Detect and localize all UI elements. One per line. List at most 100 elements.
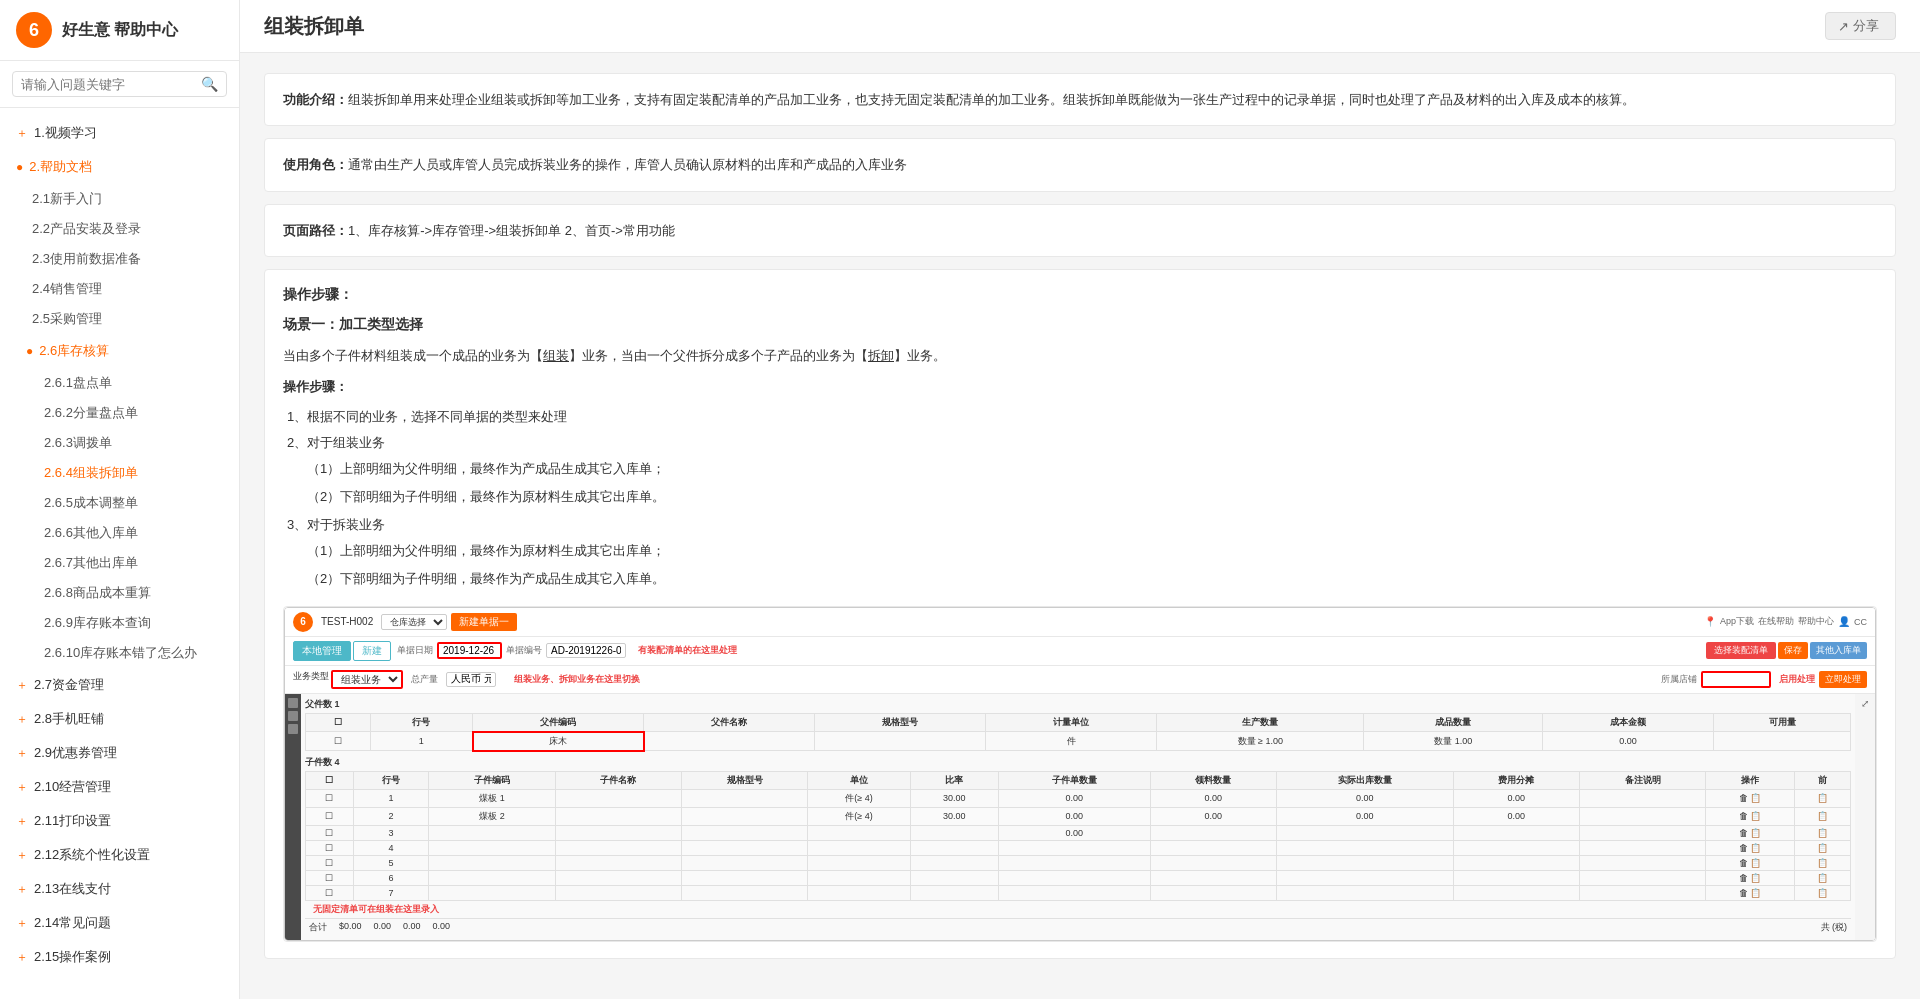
plus-icon-2: ＋ <box>16 677 28 694</box>
content-area: 功能介绍：组装拆卸单用来处理企业组装或拆卸等加工业务，支持有固定装配清单的产品加… <box>240 53 1920 999</box>
sidebar-item-cases[interactable]: ＋ 2.15操作案例 <box>0 940 239 974</box>
mock-ctd-code5 <box>429 855 555 870</box>
mock-ctd-remark5 <box>1580 855 1706 870</box>
sidebar-item-mobile[interactable]: ＋ 2.8手机旺铺 <box>0 702 239 736</box>
mock-icon1: 📍 <box>1704 616 1716 627</box>
mock-ctd-needqty6 <box>1150 870 1276 885</box>
mock-th-completedqty: 成品数量 <box>1364 713 1543 732</box>
mock-docno-input[interactable] <box>546 643 626 658</box>
role-label: 使用角色： <box>283 157 348 172</box>
mock-date-input[interactable] <box>437 642 502 659</box>
mock-ctd-unit3 <box>808 825 910 840</box>
share-icon: ↗ <box>1838 19 1849 34</box>
sidebar-item-management[interactable]: ＋ 2.10经营管理 <box>0 770 239 804</box>
mock-store-input[interactable] <box>1701 671 1771 688</box>
sidebar-item-video[interactable]: ＋ 1.视频学习 <box>0 116 239 150</box>
sidebar-item-other-in[interactable]: 2.6.6其他入库单 <box>0 518 239 548</box>
sidebar-item-partial-stocktake[interactable]: 2.6.2分量盘点单 <box>0 398 239 428</box>
mock-ctd-costamt4 <box>1453 840 1579 855</box>
mock-ctd-costamt5 <box>1453 855 1579 870</box>
nav-list: ＋ 1.视频学习 ● 2.帮助文档 2.1新手入门 2.2产品安装及登录 2.3… <box>0 108 239 999</box>
sidebar-item-inventory[interactable]: ● 2.6库存核算 <box>0 334 239 368</box>
mock-child-table: ☐ 行号 子件编码 子件名称 规格型号 单位 比率 子件单数量 <box>305 771 1851 901</box>
sidebar-item-finance[interactable]: ＋ 2.7资金管理 <box>0 668 239 702</box>
mock-cth-name: 子件名称 <box>555 771 681 789</box>
mock-select-bom-btn[interactable]: 选择装配清单 <box>1706 642 1776 659</box>
sidebar: 6 好生意 帮助中心 🔍 ＋ 1.视频学习 ● 2.帮助文档 2.1新手入门 2… <box>0 0 240 999</box>
mock-ctd-needqty2: 0.00 <box>1150 807 1276 825</box>
step3-2: （2）下部明细为子件明细，最终作为产成品生成其它入库单。 <box>307 566 1877 592</box>
mock-cth-spec: 规格型号 <box>682 771 808 789</box>
path-box: 页面路径：1、库存核算->库存管理->组装拆卸单 2、首页->常用功能 <box>264 204 1896 257</box>
mock-ctd-num2: 2 <box>353 807 429 825</box>
sidebar-item-inventory-error[interactable]: 2.6.10库存账本错了怎么办 <box>0 638 239 668</box>
mock-nav-icon3 <box>288 724 298 734</box>
sidebar-item-payment[interactable]: ＋ 2.13在线支付 <box>0 872 239 906</box>
mock-app: 6 TEST-H002 仓库选择 新建单据一 📍 App下载 <box>284 607 1876 941</box>
sidebar-item-data-prep[interactable]: 2.3使用前数据准备 <box>0 244 239 274</box>
mock-table-main: 父件数 1 ☐ 行号 父件编码 父件名称 <box>301 694 1855 940</box>
mock-save-btn[interactable]: 保存 <box>1778 642 1808 659</box>
mock-child-row7: ☐ 7 <box>306 885 1851 900</box>
search-icon[interactable]: 🔍 <box>201 76 218 92</box>
sidebar-item-other-out[interactable]: 2.6.7其他出库单 <box>0 548 239 578</box>
sidebar-item-install[interactable]: 2.2产品安装及登录 <box>0 214 239 244</box>
sidebar-item-print[interactable]: ＋ 2.11打印设置 <box>0 804 239 838</box>
mock-child-row2: ☐ 2 煤板 2 件(≥ 4) 30.00 0.00 <box>306 807 1851 825</box>
sidebar-item-settings[interactable]: ＋ 2.12系统个性化设置 <box>0 838 239 872</box>
mock-child-row6: ☐ 6 <box>306 870 1851 885</box>
mock-ctd-needqty7 <box>1150 885 1276 900</box>
mock-cth-num: 行号 <box>353 771 429 789</box>
sidebar-item-cost-recalc[interactable]: 2.6.8商品成本重算 <box>0 578 239 608</box>
mock-warehouse-select[interactable]: 仓库选择 <box>381 614 447 630</box>
sidebar-item-help-doc[interactable]: ● 2.帮助文档 <box>0 150 239 184</box>
sidebar-item-coupon-label: 2.9优惠券管理 <box>34 744 117 762</box>
mock-ctd-cb2: ☐ <box>306 807 354 825</box>
mock-child-row5: ☐ 5 <box>306 855 1851 870</box>
search-input[interactable] <box>21 77 201 92</box>
sidebar-item-newbie[interactable]: 2.1新手入门 <box>0 184 239 214</box>
mock-app-title: TEST-H002 <box>321 616 373 627</box>
mock-annotation-assembly-desc: 有装配清单的在这里处理 <box>638 644 737 657</box>
sidebar-item-cost-adjust[interactable]: 2.6.5成本调整单 <box>0 488 239 518</box>
sidebar-item-video-label: 1.视频学习 <box>34 124 97 142</box>
mock-ctd-needqty4 <box>1150 840 1276 855</box>
sidebar-item-purchase[interactable]: 2.5采购管理 <box>0 304 239 334</box>
sidebar-item-transfer[interactable]: 2.6.3调拨单 <box>0 428 239 458</box>
sidebar-item-faq[interactable]: ＋ 2.14常见问题 <box>0 906 239 940</box>
mock-th-parentname: 父件名称 <box>644 713 815 732</box>
sidebar-item-coupon[interactable]: ＋ 2.9优惠券管理 <box>0 736 239 770</box>
mock-total-unit: 共 (税) <box>1821 921 1848 934</box>
scenario1-desc: 当由多个子件材料组装成一个成品的业务为【组装】业务，当由一个父件拆分成多个子产品… <box>283 344 1877 367</box>
search-box: 🔍 <box>12 71 227 97</box>
sidebar-item-stocktake[interactable]: 2.6.1盘点单 <box>0 368 239 398</box>
mock-ctd-outqty5 <box>1276 855 1453 870</box>
mock-enable-btn[interactable]: 立即处理 <box>1819 671 1867 688</box>
sidebar-item-finance-label: 2.7资金管理 <box>34 676 104 694</box>
share-button[interactable]: ↗ 分享 <box>1825 12 1896 40</box>
mock-child-label: 子件数 4 <box>305 756 1851 769</box>
mock-type-select[interactable]: 组装业务 拆卸业务 <box>331 670 403 689</box>
mock-qty-input[interactable] <box>446 672 496 687</box>
mock-ctd-ops3: 🗑 📋 <box>1706 825 1794 840</box>
ops-section: 操作步骤： 场景一：加工类型选择 当由多个子件材料组装成一个成品的业务为【组装】… <box>264 269 1896 958</box>
sidebar-item-sales[interactable]: 2.4销售管理 <box>0 274 239 304</box>
mock-total-qty: $0.00 <box>339 921 362 934</box>
sidebar-item-assembly[interactable]: 2.6.4组装拆卸单 <box>0 458 239 488</box>
mock-ctd-cb3: ☐ <box>306 825 354 840</box>
mock-tab-assembly[interactable]: 本地管理 <box>293 641 351 661</box>
func-intro-text: 组装拆卸单用来处理企业组装或拆卸等加工业务，支持有固定装配清单的产品加工业务，也… <box>348 92 1635 107</box>
plus-icon-3: ＋ <box>16 711 28 728</box>
mock-qty-label: 总产量 <box>411 673 438 686</box>
mock-ctd-name7 <box>555 885 681 900</box>
mock-switch-annotation: 组装业务、拆卸业务在这里切换 <box>514 673 640 686</box>
mock-ctd-cb7: ☐ <box>306 885 354 900</box>
mock-ctd-ops1: 🗑 📋 <box>1706 789 1794 807</box>
mock-confirm-btn[interactable]: 其他入库单 <box>1810 642 1867 659</box>
sidebar-item-inventory-ledger[interactable]: 2.6.9库存账本查询 <box>0 608 239 638</box>
mock-cth-code: 子件编码 <box>429 771 555 789</box>
mock-new-bill-btn[interactable]: 新建单据一 <box>451 613 517 631</box>
mock-tab-new[interactable]: 新建 <box>353 641 391 661</box>
mock-ctd-needqty5 <box>1150 855 1276 870</box>
mock-nav-icon2 <box>288 711 298 721</box>
